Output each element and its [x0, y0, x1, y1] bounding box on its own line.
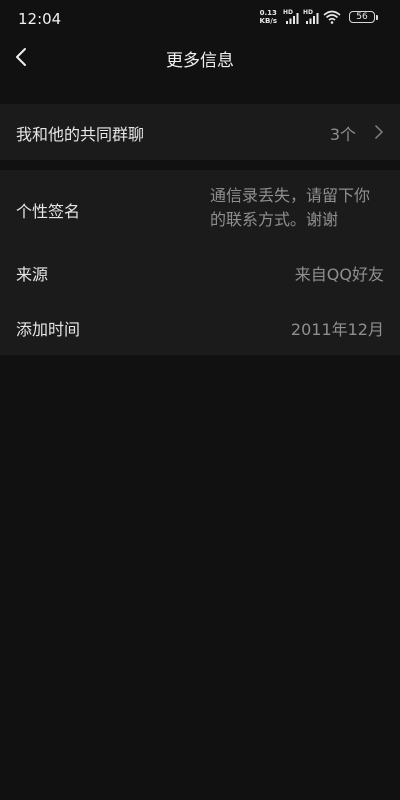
signature-value: 通信录丢失，请留下你 的联系方式。谢谢: [210, 184, 370, 232]
signature-value-line1: 通信录丢失，请留下你: [209, 186, 370, 205]
status-time: 12:04: [18, 10, 62, 28]
common-groups-label: 我和他的共同群聊: [16, 125, 145, 144]
signature-row: 个性签名 通信录丢失，请留下你 的联系方式。谢谢: [0, 170, 400, 246]
signal-icon-sim1: HD: [283, 9, 299, 24]
signature-label: 个性签名: [16, 202, 81, 221]
added-time-value: 2011年12月: [290, 320, 384, 339]
source-value: 来自QQ好友: [294, 265, 384, 284]
battery-icon: 56: [349, 11, 378, 23]
hd-label-sim2: HD: [303, 9, 314, 16]
status-icons: 0.13 KB/s HD HD 56: [260, 9, 378, 25]
source-row: 来源 来自QQ好友: [0, 246, 400, 296]
status-bar: 12:04 0.13 KB/s HD HD 56: [0, 0, 400, 38]
hd-label-sim1: HD: [283, 9, 294, 16]
signature-value-line2: 的联系方式。谢谢: [209, 210, 338, 229]
added-time-label: 添加时间: [16, 320, 81, 339]
chevron-right-icon: [375, 125, 383, 139]
source-label: 来源: [16, 265, 49, 284]
details-section: 个性签名 通信录丢失，请留下你 的联系方式。谢谢 来源 来自QQ好友 添加时间 …: [0, 170, 400, 355]
added-time-row: 添加时间 2011年12月: [0, 301, 400, 351]
battery-level: 56: [356, 12, 368, 22]
signal-icon-sim2: HD: [303, 9, 319, 24]
common-groups-count: 3个: [329, 125, 356, 144]
wifi-icon: [323, 10, 341, 24]
page-title: 更多信息: [166, 51, 234, 71]
common-groups-row[interactable]: 我和他的共同群聊 3个: [0, 104, 400, 160]
nav-bar: 更多信息: [0, 38, 400, 76]
network-speed-unit: KB/s: [259, 17, 277, 25]
network-speed-value: 0.13: [259, 9, 277, 17]
network-speed: 0.13 KB/s: [260, 9, 277, 25]
